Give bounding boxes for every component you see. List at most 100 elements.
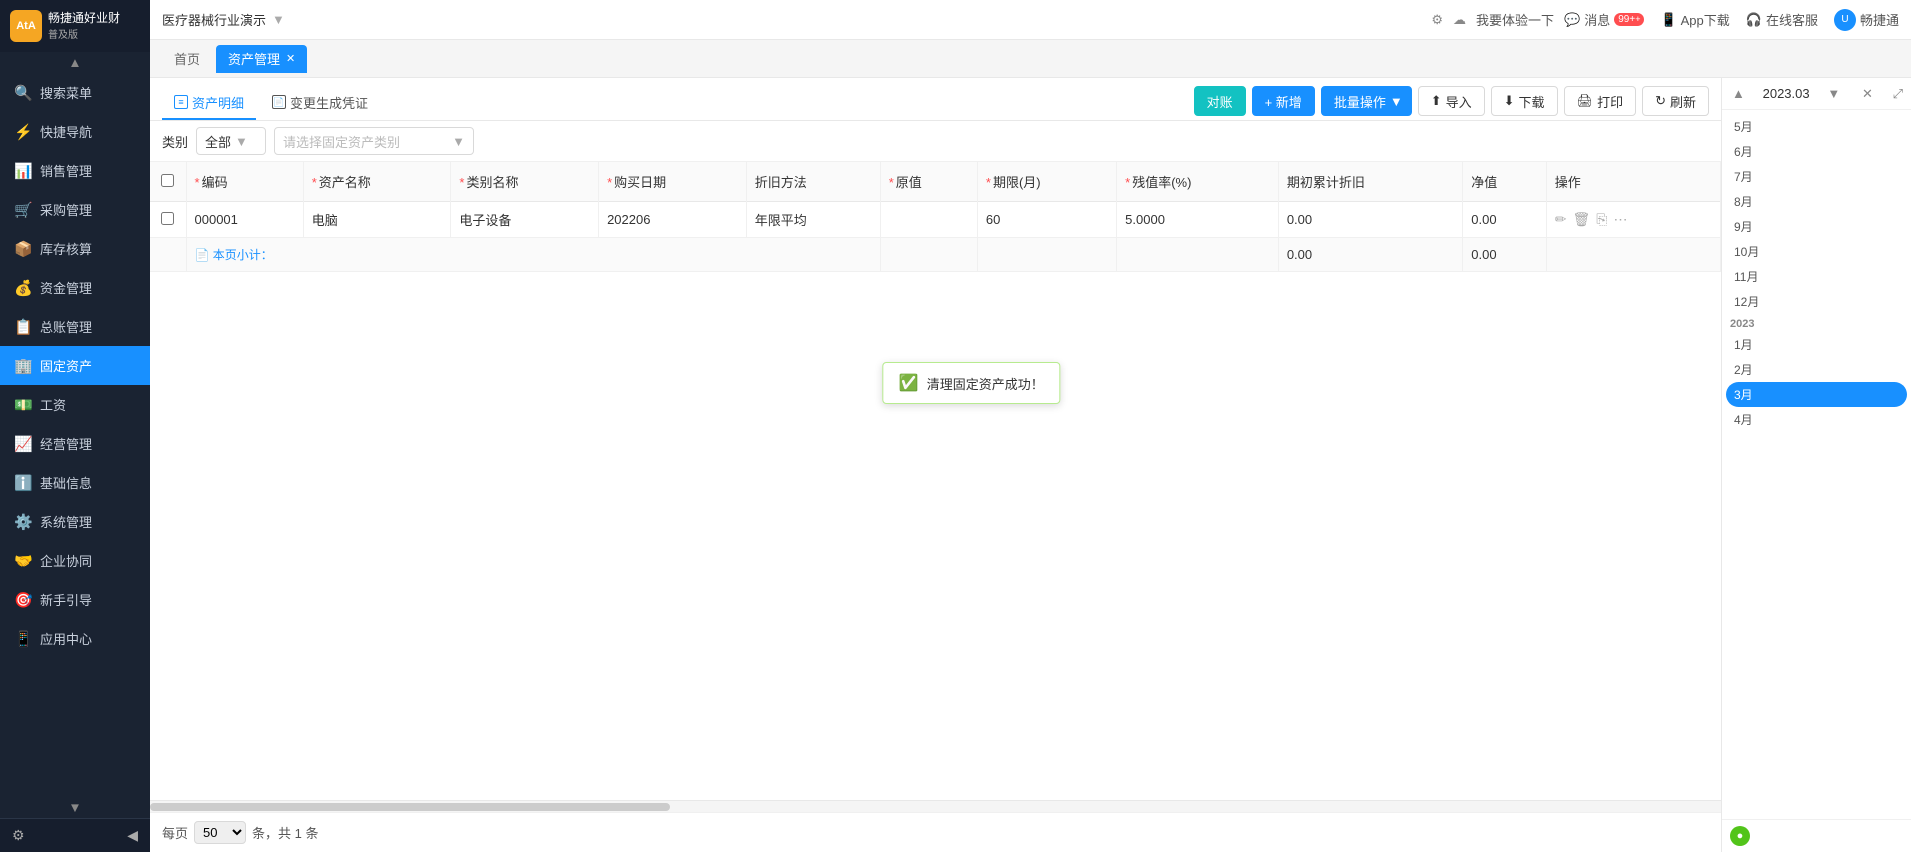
inventory-icon: 📦: [14, 240, 32, 258]
sidebar-logo: AtA 畅捷通好业财 普及版: [0, 0, 150, 52]
support-icon: 🎧: [1746, 12, 1762, 28]
sidebar-item-operations[interactable]: 📈 经营管理: [0, 424, 150, 463]
sidebar-item-guide[interactable]: 🎯 新手引导: [0, 580, 150, 619]
calendar-months: 5月 6月 7月 8月 9月 10月 11月 12月 2023 1月 2月 3月…: [1722, 110, 1911, 819]
sidebar-item-quick-nav[interactable]: ⚡ 快捷导航: [0, 112, 150, 151]
experience-label[interactable]: 我要体验一下: [1476, 10, 1554, 29]
copy-icon[interactable]: ⎘: [1596, 211, 1607, 228]
reconcile-button[interactable]: 对账: [1194, 86, 1246, 116]
print-button[interactable]: 🖨 打印: [1564, 86, 1637, 116]
online-support-button[interactable]: 🎧 在线客服: [1746, 10, 1818, 29]
action-icons: ✏ 🗑 ⎘ ⋯: [1555, 211, 1712, 228]
sidebar: AtA 畅捷通好业财 普及版 ▲ 🔍 搜索菜单 ⚡ 快捷导航 📊 销售管理 🛒 …: [0, 0, 150, 852]
category-select-icon: ▼: [235, 134, 248, 149]
month-2023-4[interactable]: 4月: [1726, 407, 1907, 432]
sidebar-item-purchase[interactable]: 🛒 采购管理: [0, 190, 150, 229]
sub-tab-asset-detail[interactable]: ≡ 资产明细: [162, 87, 256, 120]
settings-icon[interactable]: ⚙: [12, 827, 25, 844]
sidebar-item-ledger[interactable]: 📋 总账管理: [0, 307, 150, 346]
delete-icon[interactable]: 🗑: [1572, 211, 1590, 228]
col-period: *期限(月): [977, 162, 1116, 202]
sidebar-item-payroll[interactable]: 💵 工资: [0, 385, 150, 424]
sidebar-item-inventory[interactable]: 📦 库存核算: [0, 229, 150, 268]
calendar-expand-icon[interactable]: ⤢: [1893, 86, 1903, 102]
select-all-checkbox[interactable]: [161, 174, 174, 187]
month-2023-1[interactable]: 1月: [1726, 332, 1907, 357]
scrollbar-thumb[interactable]: [150, 803, 670, 811]
company-selector[interactable]: 医疗器械行业演示 ▼: [162, 10, 1421, 29]
company-name: 医疗器械行业演示: [162, 10, 266, 29]
sub-tabs: ≡ 资产明细 📄 变更生成凭证 对账 + 新增 批量操作 ▼ ⬆: [150, 78, 1721, 121]
calendar-prev-icon[interactable]: ▲: [1730, 84, 1747, 103]
sidebar-item-basic-info[interactable]: ℹ️ 基础信息: [0, 463, 150, 502]
calendar-title: 2023.03: [1763, 86, 1810, 101]
tab-home[interactable]: 首页: [162, 45, 212, 73]
capital-icon: 💰: [14, 279, 32, 297]
download-button[interactable]: ⬇ 下载: [1491, 86, 1558, 116]
batch-button[interactable]: 批量操作 ▼: [1321, 86, 1412, 116]
sidebar-scroll-down[interactable]: ▼: [0, 797, 150, 818]
calendar-header: ▲ 2023.03 ▼ ✕ ⤢: [1722, 78, 1911, 110]
collapse-icon[interactable]: ◀: [127, 827, 138, 844]
tab-asset-mgmt[interactable]: 资产管理 ✕: [216, 45, 307, 73]
month-6[interactable]: 6月: [1726, 139, 1907, 164]
message-button[interactable]: 💬 消息 99++: [1564, 10, 1644, 29]
sidebar-scroll-up[interactable]: ▲: [0, 52, 150, 73]
sub-tab-change-voucher[interactable]: 📄 变更生成凭证: [260, 87, 380, 120]
per-page-label: 每页: [162, 823, 188, 842]
month-11[interactable]: 11月: [1726, 264, 1907, 289]
logo-icon: AtA: [10, 10, 42, 42]
calendar-next-icon[interactable]: ▼: [1825, 84, 1842, 103]
col-dep-method: 折旧方法: [746, 162, 880, 202]
quick-nav-icon: ⚡: [14, 123, 32, 141]
refresh-icon: ↻: [1655, 93, 1666, 109]
basic-info-icon: ℹ️: [14, 474, 32, 492]
calendar-dot-button[interactable]: ●: [1730, 826, 1750, 846]
tab-close-icon[interactable]: ✕: [286, 52, 295, 65]
sidebar-item-search[interactable]: 🔍 搜索菜单: [0, 73, 150, 112]
user-menu[interactable]: U 畅捷通: [1834, 9, 1899, 31]
filter-row: 类别 全部 ▼ 请选择固定资产类别 ▼: [150, 121, 1721, 162]
sidebar-item-capital[interactable]: 💰 资金管理: [0, 268, 150, 307]
total-label: 条，共 1 条: [252, 823, 318, 842]
pagination-bar: 每页 20 50 100 条，共 1 条: [150, 812, 1721, 852]
sidebar-item-fixed-assets[interactable]: 🏢 固定资产: [0, 346, 150, 385]
year-2023-label: 2023: [1726, 314, 1907, 332]
main-area: 医疗器械行业演示 ▼ ⚙ ☁ 我要体验一下 💬 消息 99++ 📱 App下载 …: [150, 0, 1911, 852]
month-12[interactable]: 12月: [1726, 289, 1907, 314]
sidebar-item-system[interactable]: ⚙️ 系统管理: [0, 502, 150, 541]
edit-icon[interactable]: ✏: [1555, 211, 1567, 228]
sidebar-item-enterprise[interactable]: 🤝 企业协同: [0, 541, 150, 580]
category-input-select[interactable]: 请选择固定资产类别 ▼: [274, 127, 474, 155]
calendar-close-icon[interactable]: ✕: [1862, 86, 1873, 102]
toast-message: 清理固定资产成功！: [927, 374, 1044, 393]
month-2023-3[interactable]: 3月: [1726, 382, 1907, 407]
ledger-icon: 📋: [14, 318, 32, 336]
more-icon[interactable]: ⋯: [1613, 211, 1627, 228]
category-select[interactable]: 全部 ▼: [196, 127, 266, 155]
month-2023-2[interactable]: 2月: [1726, 357, 1907, 382]
sidebar-item-sales[interactable]: 📊 销售管理: [0, 151, 150, 190]
logo-text: 畅捷通好业财: [48, 11, 120, 27]
col-original-value: *原值: [880, 162, 977, 202]
month-5[interactable]: 5月: [1726, 114, 1907, 139]
subtotal-net: 0.00: [1463, 238, 1547, 272]
month-8[interactable]: 8月: [1726, 189, 1907, 214]
row-checkbox[interactable]: [161, 212, 174, 225]
month-7[interactable]: 7月: [1726, 164, 1907, 189]
category-filter-label: 类别: [162, 132, 188, 151]
app-download-button[interactable]: 📱 App下载: [1660, 10, 1729, 29]
sidebar-item-app-center[interactable]: 📱 应用中心: [0, 619, 150, 658]
month-9[interactable]: 9月: [1726, 214, 1907, 239]
row-net-value: 0.00: [1463, 202, 1547, 238]
import-button[interactable]: ⬆ 导入: [1418, 86, 1485, 116]
header-right: 💬 消息 99++ 📱 App下载 🎧 在线客服 U 畅捷通: [1564, 9, 1899, 31]
new-button[interactable]: + 新增: [1252, 86, 1315, 116]
refresh-button[interactable]: ↻ 刷新: [1642, 86, 1709, 116]
horizontal-scrollbar[interactable]: [150, 800, 1721, 812]
toolbar-right: 对账 + 新增 批量操作 ▼ ⬆ 导入 ⬇ 下载 🖨: [1194, 86, 1709, 120]
month-10[interactable]: 10月: [1726, 239, 1907, 264]
settings-gear-icon[interactable]: ⚙: [1431, 12, 1443, 28]
page-size-select[interactable]: 20 50 100: [194, 821, 246, 844]
row-initial-dep: 0.00: [1278, 202, 1462, 238]
